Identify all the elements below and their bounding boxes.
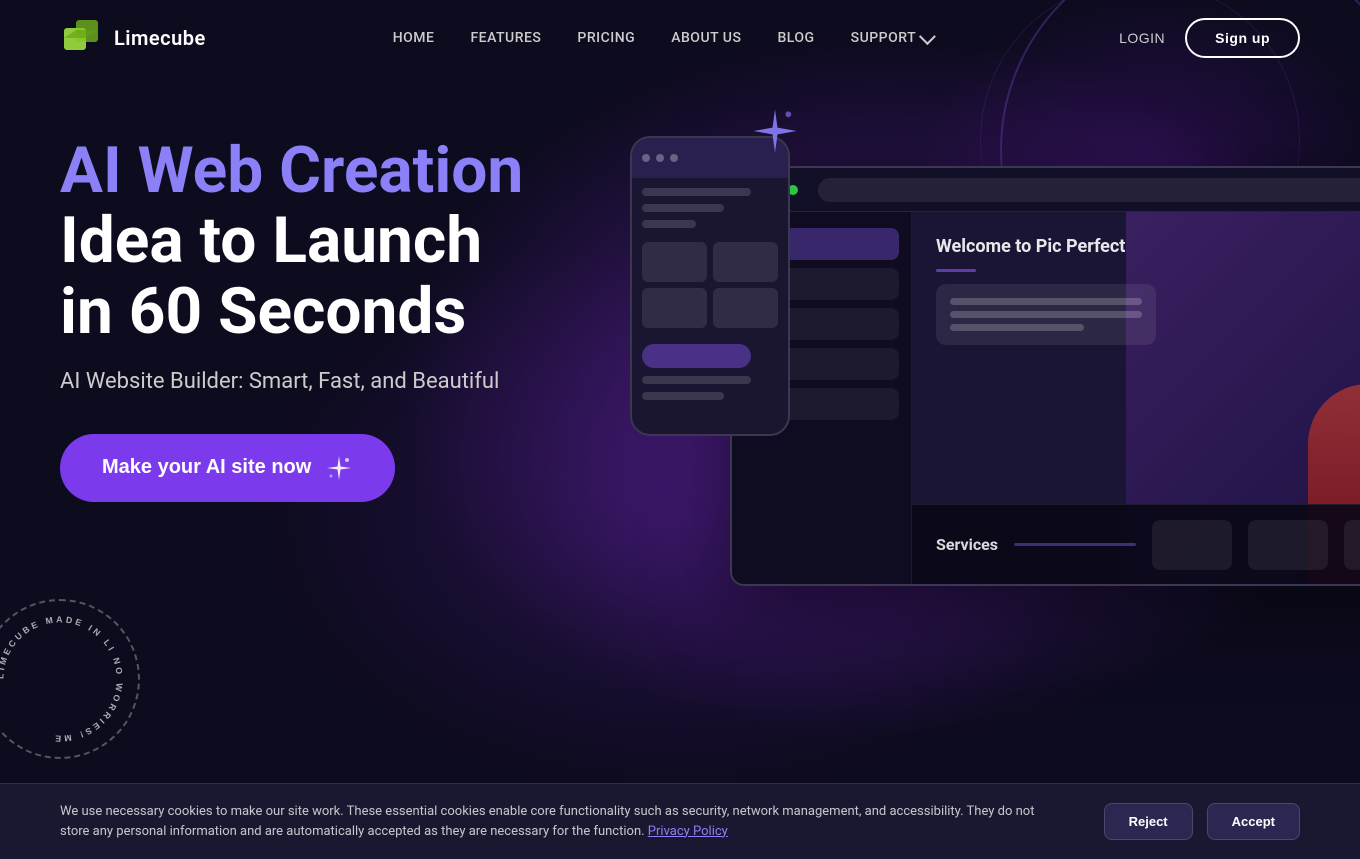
mock-cell-1: [642, 242, 707, 282]
mobile-dot-3: [670, 154, 678, 162]
hero-title-ai: AI Web Creation: [60, 136, 590, 206]
hero-title-line3: in 60 Seconds: [60, 277, 590, 347]
nav-about[interactable]: ABOUT US: [671, 30, 741, 46]
service-card-3: [1344, 520, 1360, 570]
logo[interactable]: Limecube: [60, 16, 206, 60]
mock-bar-3: [642, 220, 696, 228]
text-line-1: [950, 298, 1142, 305]
accept-button[interactable]: Accept: [1207, 803, 1300, 840]
cookie-message: We use necessary cookies to make our sit…: [60, 802, 1064, 841]
mock-grid: [642, 242, 778, 328]
url-bar: [818, 178, 1360, 202]
cookie-actions: Reject Accept: [1104, 803, 1300, 840]
service-card-1: [1152, 520, 1232, 570]
logo-icon: [60, 16, 104, 60]
text-line-3: [950, 324, 1084, 331]
service-card-2: [1248, 520, 1328, 570]
mock-bar-4: [642, 376, 751, 384]
mock-cell-2: [713, 242, 778, 282]
header-actions: LOGIN Sign up: [1119, 18, 1300, 58]
login-button[interactable]: LOGIN: [1119, 30, 1165, 46]
cta-button[interactable]: Make your AI site now: [60, 434, 395, 502]
text-line-2: [950, 311, 1142, 318]
cookie-banner: We use necessary cookies to make our sit…: [0, 783, 1360, 859]
hero-title-line2: Idea to Launch: [60, 206, 590, 276]
badge-circle: LIMECUBE MADE IN LI NO WORRIES! ME: [0, 599, 140, 759]
reject-button[interactable]: Reject: [1104, 803, 1193, 840]
mock-bar-5: [642, 392, 724, 400]
svg-text:LIMECUBE MADE IN LI NO WORRI: LIMECUBE MADE IN LI NO WORRIES! ME: [0, 614, 125, 743]
heading-divider: [936, 269, 976, 272]
chevron-down-icon: [919, 28, 936, 45]
hero-section: AI Web Creation Idea to Launch in 60 Sec…: [0, 76, 1360, 586]
nav-support[interactable]: SUPPORT: [851, 30, 933, 46]
mock-cell-3: [642, 288, 707, 328]
mock-button: [642, 344, 751, 368]
brand-name: Limecube: [114, 26, 206, 50]
badge-svg: LIMECUBE MADE IN LI NO WORRIES! ME: [0, 599, 138, 759]
mobile-dot-1: [642, 154, 650, 162]
hero-content: AI Web Creation Idea to Launch in 60 Sec…: [60, 116, 590, 502]
mobile-dot-2: [656, 154, 664, 162]
mobile-mockup-header: [632, 138, 788, 178]
nav-features[interactable]: FEATURES: [470, 30, 541, 46]
nav-pricing[interactable]: PRICING: [577, 30, 635, 46]
mobile-mockup-body: [632, 178, 788, 410]
hero-subtitle: AI Website Builder: Smart, Fast, and Bea…: [60, 367, 590, 398]
signup-button[interactable]: Sign up: [1185, 18, 1300, 58]
site-welcome-heading: Welcome to Pic Perfect: [936, 236, 1156, 257]
mobile-mockup: [630, 136, 790, 436]
desktop-content: Welcome to Pic Perfect Services: [732, 212, 1360, 584]
nav-blog[interactable]: BLOG: [777, 30, 814, 46]
desktop-topbar: [732, 168, 1360, 212]
main-nav: HOME FEATURES PRICING ABOUT US BLOG SUPP…: [393, 30, 932, 46]
site-text-card: [936, 284, 1156, 345]
services-divider: [1014, 543, 1136, 546]
privacy-policy-link[interactable]: Privacy Policy: [648, 824, 728, 839]
services-heading: Services: [936, 535, 998, 554]
header: Limecube HOME FEATURES PRICING ABOUT US …: [0, 0, 1360, 76]
hero-preview: Welcome to Pic Perfect Services: [630, 106, 1300, 586]
mock-bar-2: [642, 204, 724, 212]
site-services-section: Services: [912, 504, 1360, 584]
desktop-mockup: Welcome to Pic Perfect Services: [730, 166, 1360, 586]
desktop-main-area: Welcome to Pic Perfect Services: [912, 212, 1360, 584]
nav-home[interactable]: HOME: [393, 30, 435, 46]
mock-cell-4: [713, 288, 778, 328]
mock-bar-1: [642, 188, 751, 196]
sparkle-icon: [325, 454, 353, 482]
badge-area: LIMECUBE MADE IN LI NO WORRIES! ME: [0, 599, 140, 759]
